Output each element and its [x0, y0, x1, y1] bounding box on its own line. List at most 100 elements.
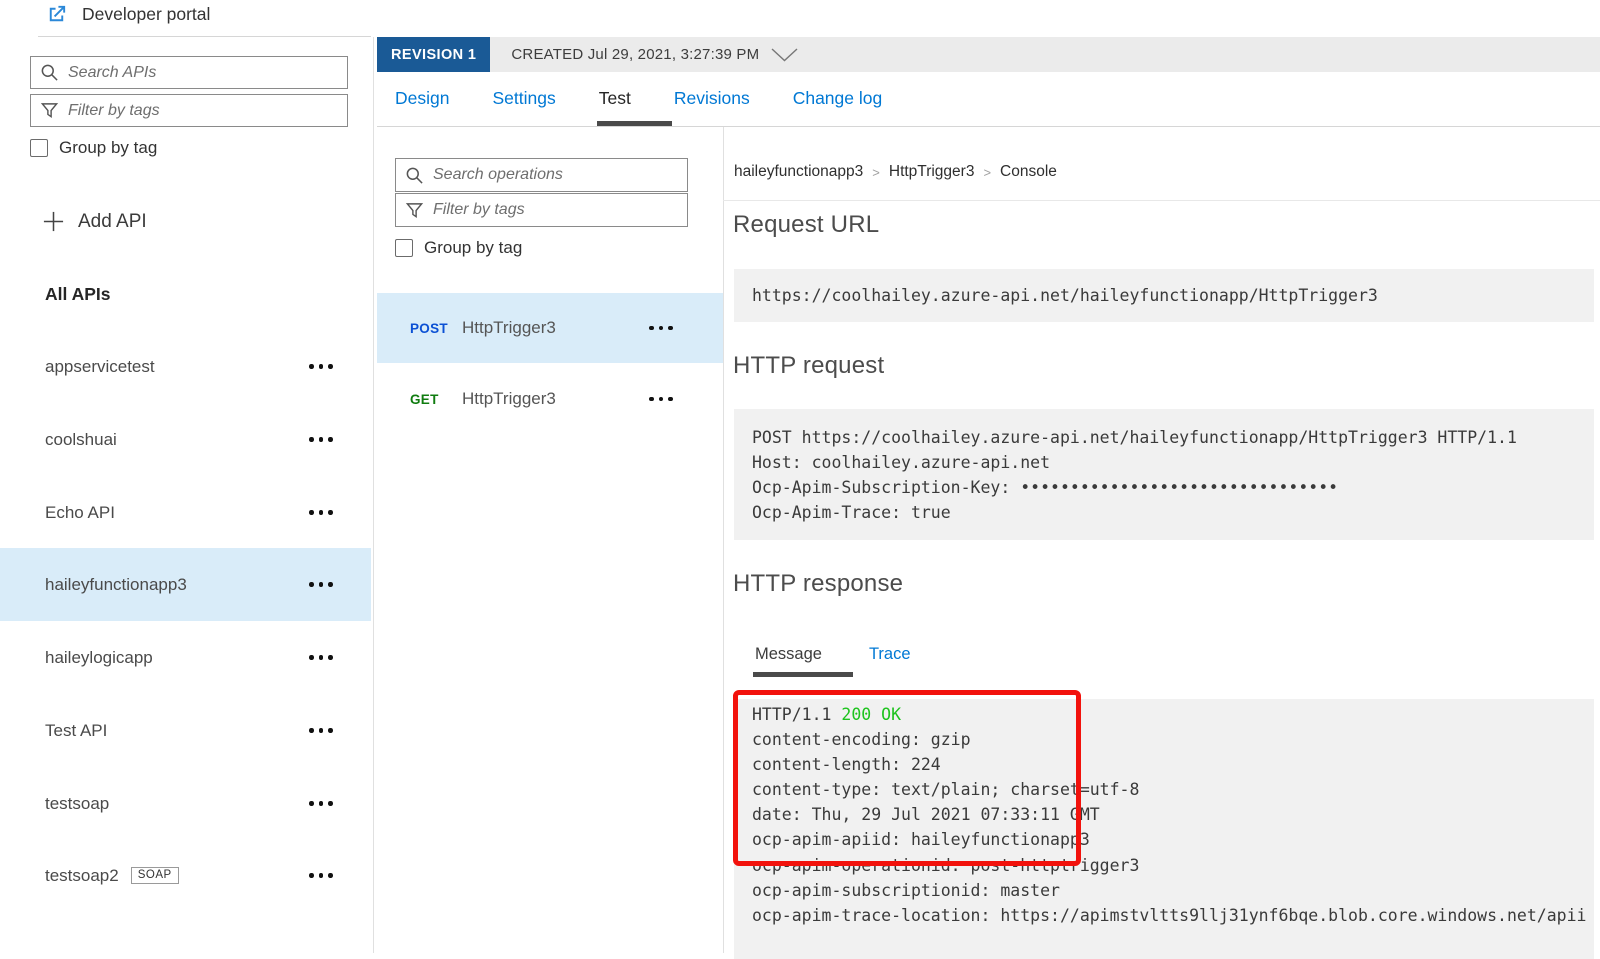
breadcrumb-api[interactable]: haileyfunctionapp3 — [734, 163, 863, 181]
filter-tags-box — [30, 94, 348, 127]
api-label: testsoap2 — [45, 865, 119, 885]
sidebar-item-echo-api[interactable]: Echo API — [0, 476, 371, 549]
api-label: haileyfunctionapp3 — [45, 574, 187, 594]
api-menu-button[interactable] — [305, 649, 337, 666]
response-header-line: ocp-apim-apiid: haileyfunctionapp3 — [752, 830, 1090, 850]
tab-revisions[interactable]: Revisions — [674, 88, 750, 109]
operation-menu-button[interactable] — [645, 320, 677, 337]
response-header-line: ocp-apim-operationid: post-httptrigger3 — [752, 855, 1140, 875]
tab-settings[interactable]: Settings — [492, 88, 555, 109]
revision-created-label: CREATED Jul 29, 2021, 3:27:39 PM — [511, 46, 760, 63]
plus-icon — [42, 210, 65, 233]
response-header-line: ocp-apim-trace-location: https://apimstv… — [752, 905, 1587, 925]
response-header-line: ocp-apim-subscriptionid: master — [752, 880, 1060, 900]
request-url-value: https://coolhailey.azure-api.net/haileyf… — [752, 286, 1378, 305]
sidebar-item-coolshuai[interactable]: coolshuai — [0, 403, 371, 476]
response-tabs: Message Trace — [755, 645, 911, 664]
breadcrumb-console: Console — [1000, 163, 1057, 180]
filter-icon — [405, 201, 424, 220]
request-url-heading: Request URL — [733, 211, 880, 238]
add-api-label: Add API — [78, 210, 147, 232]
console-divider — [723, 200, 1600, 201]
sidebar-item-haileylogicapp[interactable]: haileylogicapp — [0, 621, 371, 694]
api-tabs: Design Settings Test Revisions Change lo… — [395, 88, 925, 109]
tabs-divider — [377, 126, 1600, 127]
sidebar-main-divider — [373, 37, 374, 953]
method-badge-get: GET — [410, 391, 439, 407]
api-menu-button[interactable] — [305, 431, 337, 448]
group-by-tag-label: Group by tag — [59, 138, 158, 157]
http-request-line: Ocp-Apim-Trace: true — [752, 503, 951, 523]
sidebar-item-haileyfunctionapp3[interactable]: haileyfunctionapp3 — [0, 548, 371, 621]
response-header-line: content-length: 224 — [752, 755, 941, 775]
api-menu-button[interactable] — [305, 358, 337, 375]
operations-group-by-tag-checkbox[interactable] — [395, 239, 413, 257]
group-by-tag-row: Group by tag — [30, 138, 157, 158]
method-badge-post: POST — [410, 320, 448, 336]
api-label: testsoap — [45, 793, 110, 813]
developer-portal-link[interactable]: Developer portal — [45, 3, 210, 26]
response-status-line: HTTP/1.1 200 OK — [752, 702, 1594, 727]
add-api-button[interactable]: Add API — [42, 210, 147, 233]
filter-icon — [40, 101, 59, 120]
search-icon — [405, 166, 424, 185]
breadcrumb-separator: > — [872, 164, 880, 180]
breadcrumb-separator: > — [983, 164, 992, 180]
api-label: coolshuai — [45, 429, 117, 449]
revision-bar: REVISION 1 CREATED Jul 29, 2021, 3:27:39… — [377, 37, 1600, 72]
operations-group-by-tag-label: Group by tag — [424, 238, 523, 257]
revision-badge: REVISION 1 — [377, 37, 491, 72]
http-request-heading: HTTP request — [733, 352, 885, 379]
operation-get-httptrigger3[interactable]: GET HttpTrigger3 — [377, 364, 723, 434]
breadcrumb-operation[interactable]: HttpTrigger3 — [889, 163, 975, 181]
message-tab-underline — [753, 672, 853, 677]
search-operations-box — [395, 158, 688, 192]
sidebar-item-appservicetest[interactable]: appservicetest — [0, 330, 371, 403]
operations-filter-tags-input[interactable] — [433, 201, 678, 219]
tab-design[interactable]: Design — [395, 88, 449, 109]
tab-test[interactable]: Test — [599, 88, 631, 109]
sidebar-item-testsoap2[interactable]: testsoap2 SOAP — [0, 839, 371, 912]
http-request-line: Host: coolhailey.azure-api.net — [752, 453, 1051, 473]
api-menu-button[interactable] — [305, 722, 337, 739]
http-request-box: POST https://coolhailey.azure-api.net/ha… — [734, 409, 1594, 540]
api-label: haileylogicapp — [45, 647, 153, 667]
response-header-line: date: Thu, 29 Jul 2021 07:33:11 GMT — [752, 805, 1100, 825]
search-operations-input[interactable] — [433, 166, 678, 184]
developer-portal-label: Developer portal — [82, 4, 211, 24]
operation-menu-button[interactable] — [645, 391, 677, 408]
api-label: Echo API — [45, 502, 115, 522]
http-request-line: Ocp-Apim-Subscription-Key: •••••••••••••… — [752, 478, 1339, 498]
sidebar-item-testsoap[interactable]: testsoap — [0, 767, 371, 840]
sidebar-item-test-api[interactable]: Test API — [0, 694, 371, 767]
all-apis-heading: All APIs — [45, 284, 111, 304]
tab-trace[interactable]: Trace — [869, 645, 911, 664]
request-url-box: https://coolhailey.azure-api.net/haileyf… — [734, 269, 1594, 322]
tab-change-log[interactable]: Change log — [793, 88, 883, 109]
api-menu-button[interactable] — [305, 576, 337, 593]
operation-post-httptrigger3[interactable]: POST HttpTrigger3 — [377, 293, 723, 363]
filter-tags-input[interactable] — [68, 101, 338, 120]
search-apis-box — [30, 56, 348, 89]
response-status-prefix: HTTP/1.1 — [752, 705, 842, 724]
tab-message[interactable]: Message — [755, 645, 822, 664]
api-label: appservicetest — [45, 356, 155, 376]
api-menu-button[interactable] — [305, 504, 337, 521]
http-response-heading: HTTP response — [733, 570, 904, 597]
operation-name: HttpTrigger3 — [462, 318, 556, 337]
chevron-down-icon[interactable] — [771, 47, 798, 62]
api-menu-button[interactable] — [305, 867, 337, 884]
operations-group-by-tag-row: Group by tag — [395, 238, 522, 258]
api-label: Test API — [45, 720, 108, 740]
response-status-code: 200 OK — [841, 705, 902, 724]
operation-name: HttpTrigger3 — [462, 389, 556, 408]
group-by-tag-checkbox[interactable] — [30, 139, 48, 157]
breadcrumb: haileyfunctionapp3 > HttpTrigger3 > Cons… — [734, 163, 1057, 181]
search-apis-input[interactable] — [68, 63, 338, 82]
operations-console-divider — [723, 127, 724, 953]
api-menu-button[interactable] — [305, 795, 337, 812]
operations-filter-tags-box — [395, 193, 688, 227]
response-header-line: content-encoding: gzip — [752, 730, 971, 750]
http-request-line: POST https://coolhailey.azure-api.net/ha… — [752, 428, 1517, 447]
response-header-line: content-type: text/plain; charset=utf-8 — [752, 780, 1140, 800]
